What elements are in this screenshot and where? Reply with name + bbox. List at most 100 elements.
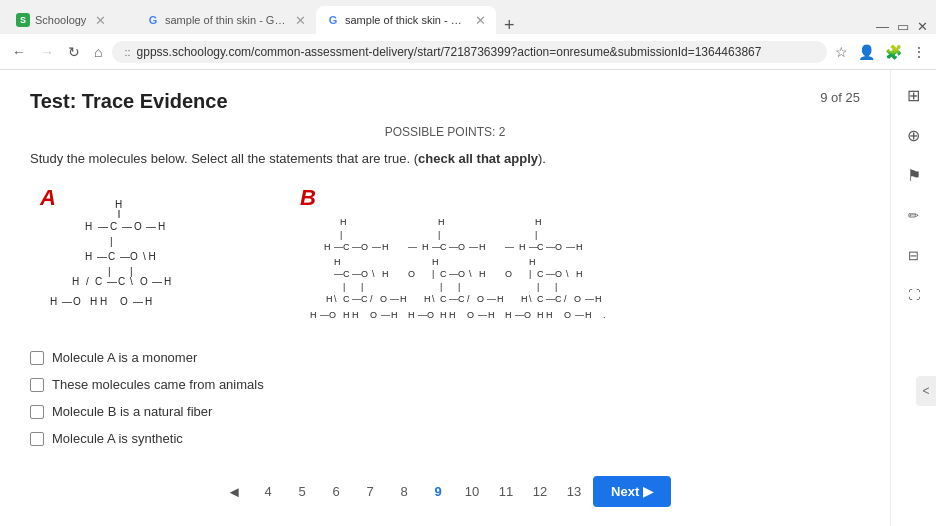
url-box[interactable]: :: gppss.schoology.com/common-assessment… xyxy=(112,41,827,63)
page-11-button[interactable]: 11 xyxy=(491,477,521,507)
page-header: Test: Trace Evidence 9 of 25 xyxy=(30,90,860,113)
url-text: gppss.schoology.com/common-assessment-de… xyxy=(137,45,815,59)
svg-text:H: H xyxy=(479,242,486,252)
option-label-1: Molecule A is a monomer xyxy=(52,350,197,365)
reload-button[interactable]: ↻ xyxy=(64,42,84,62)
svg-text:—: — xyxy=(449,242,458,252)
restore-button[interactable]: ▭ xyxy=(897,19,909,34)
svg-text:C: C xyxy=(458,294,465,304)
svg-text:\: \ xyxy=(334,294,337,304)
svg-text:/: / xyxy=(86,276,89,287)
svg-text:O: O xyxy=(574,294,581,304)
profile-button[interactable]: 👤 xyxy=(856,42,877,62)
svg-text:H: H xyxy=(422,242,429,252)
option-checkbox-1[interactable] xyxy=(30,351,44,365)
svg-text:—: — xyxy=(381,310,390,320)
svg-text:H: H xyxy=(334,257,341,267)
svg-text:\: \ xyxy=(566,269,569,279)
svg-text:—: — xyxy=(546,242,555,252)
svg-text:O: O xyxy=(555,269,562,279)
svg-text:H: H xyxy=(585,310,592,320)
svg-text:\ H: \ H xyxy=(143,251,156,262)
svg-text:H: H xyxy=(326,294,333,304)
browser-actions: ☆ 👤 🧩 ⋮ xyxy=(833,42,928,62)
extensions-button[interactable]: 🧩 xyxy=(883,42,904,62)
expand-icon[interactable]: ⛶ xyxy=(899,280,929,310)
svg-text:C: C xyxy=(555,294,562,304)
svg-text:C: C xyxy=(343,294,350,304)
tab-thin-skin[interactable]: G sample of thin skin - Google Se ✕ xyxy=(136,6,316,34)
tab-thin-skin-close[interactable]: ✕ xyxy=(295,13,306,28)
svg-text:O: O xyxy=(564,310,571,320)
bookmark-button[interactable]: ☆ xyxy=(833,42,850,62)
tab-schoology-close[interactable]: ✕ xyxy=(95,13,106,28)
right-panel: ⊞ ⊕ ⚑ ✏ ⊟ ⛶ < xyxy=(890,70,936,526)
google-favicon-2: G xyxy=(326,13,340,27)
home-button[interactable]: ⌂ xyxy=(90,42,106,62)
svg-text:—: — xyxy=(352,294,361,304)
page-8-button[interactable]: 8 xyxy=(389,477,419,507)
page-5-button[interactable]: 5 xyxy=(287,477,317,507)
close-window-button[interactable]: ✕ xyxy=(917,19,928,34)
page-13-button[interactable]: 13 xyxy=(559,477,589,507)
page-title: Test: Trace Evidence xyxy=(30,90,228,113)
svg-text:O: O xyxy=(361,269,368,279)
page-12-button[interactable]: 12 xyxy=(525,477,555,507)
svg-text:H: H xyxy=(576,242,583,252)
main-content: Test: Trace Evidence 9 of 25 POSSIBLE PO… xyxy=(0,70,936,526)
grid-icon[interactable]: ⊞ xyxy=(899,80,929,110)
svg-text:O: O xyxy=(555,242,562,252)
minimize-button[interactable]: — xyxy=(876,19,889,34)
back-button[interactable]: ← xyxy=(8,42,30,62)
page-6-button[interactable]: 6 xyxy=(321,477,351,507)
svg-text:H: H xyxy=(72,276,79,287)
svg-text:H: H xyxy=(324,242,331,252)
svg-text:O: O xyxy=(408,269,415,279)
browser-chrome: S Schoology ✕ G sample of thin skin - Go… xyxy=(0,0,936,70)
page-10-button[interactable]: 10 xyxy=(457,477,487,507)
tab-schoology[interactable]: S Schoology ✕ xyxy=(6,6,136,34)
svg-text:H: H xyxy=(497,294,504,304)
svg-text:—: — xyxy=(320,310,329,320)
svg-text:—: — xyxy=(372,242,381,252)
svg-text:O: O xyxy=(140,276,148,287)
svg-text:C: C xyxy=(537,242,544,252)
option-checkbox-4[interactable] xyxy=(30,432,44,446)
svg-text:H: H xyxy=(340,217,347,227)
collapse-panel-button[interactable]: < xyxy=(916,376,936,406)
svg-text:—: — xyxy=(449,269,458,279)
prev-page-button[interactable]: ◄ xyxy=(219,477,249,507)
tab-thick-skin[interactable]: G sample of thick skin - Google S ✕ xyxy=(316,6,496,34)
svg-text:\: \ xyxy=(372,269,375,279)
svg-text:|: | xyxy=(110,236,113,247)
svg-text:H: H xyxy=(438,217,445,227)
page-4-button[interactable]: 4 xyxy=(253,477,283,507)
option-item: Molecule B is a natural fiber xyxy=(30,404,860,419)
svg-text:C: C xyxy=(110,221,117,232)
page-9-button[interactable]: 9 xyxy=(423,477,453,507)
page-7-button[interactable]: 7 xyxy=(355,477,385,507)
svg-text:—: — xyxy=(334,242,343,252)
more-button[interactable]: ⋮ xyxy=(910,42,928,62)
pencil-icon[interactable]: ✏ xyxy=(899,200,929,230)
svg-text:—: — xyxy=(107,276,117,287)
forward-button[interactable]: → xyxy=(36,42,58,62)
option-checkbox-2[interactable] xyxy=(30,378,44,392)
flag-icon[interactable]: ⚑ xyxy=(899,160,929,190)
google-favicon-1: G xyxy=(146,13,160,27)
svg-text:H: H xyxy=(432,257,439,267)
svg-text:—: — xyxy=(505,242,514,252)
svg-text:H: H xyxy=(479,269,486,279)
svg-text:|: | xyxy=(438,230,440,240)
table-icon[interactable]: ⊟ xyxy=(899,240,929,270)
svg-text:.: . xyxy=(603,310,606,320)
help-circle-icon[interactable]: ⊕ xyxy=(899,120,929,150)
new-tab-button[interactable]: + xyxy=(496,16,523,34)
svg-text:H: H xyxy=(521,294,528,304)
tab-thick-skin-close[interactable]: ✕ xyxy=(475,13,486,28)
tab-bar: S Schoology ✕ G sample of thin skin - Go… xyxy=(0,0,936,34)
svg-text:H: H xyxy=(529,257,536,267)
svg-text:/: / xyxy=(467,294,470,304)
next-button[interactable]: Next ▶ xyxy=(593,476,671,507)
option-checkbox-3[interactable] xyxy=(30,405,44,419)
